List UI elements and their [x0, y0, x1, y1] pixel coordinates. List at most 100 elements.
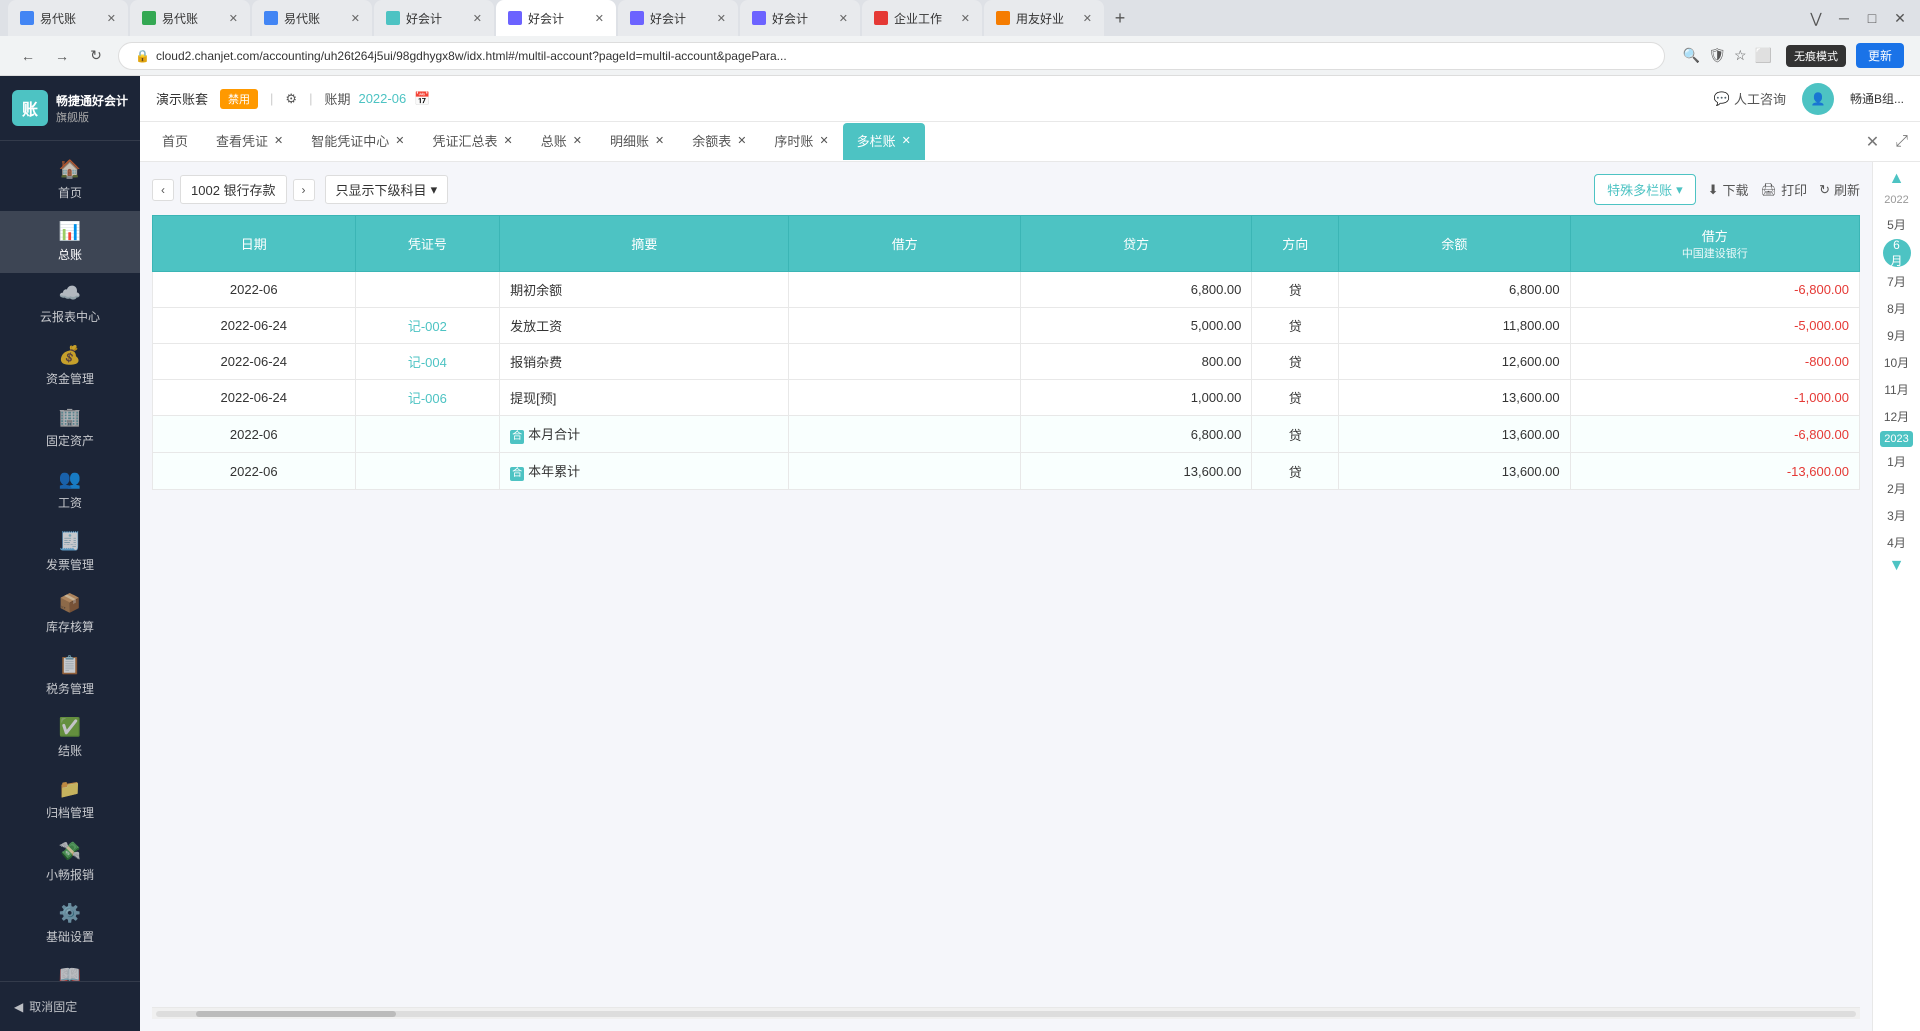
sidebar-item-库存核算[interactable]: 📦 库存核算	[0, 583, 140, 645]
page-tab-close-2[interactable]: ✕	[395, 134, 404, 147]
new-tab-button[interactable]: +	[1106, 4, 1134, 32]
browser-tab-4[interactable]: 好会计 ✕	[496, 0, 616, 36]
address-input[interactable]: 🔒 cloud2.chanjet.com/accounting/uh26t264…	[118, 42, 1665, 70]
date-month-2022-11月[interactable]: 11月	[1873, 377, 1920, 402]
date-month-2022-7月[interactable]: 7月	[1873, 269, 1920, 294]
tab-close-0[interactable]: ✕	[107, 12, 116, 25]
page-tab-close-6[interactable]: ✕	[737, 134, 746, 147]
page-tab-1[interactable]: 查看凭证✕	[202, 123, 297, 160]
print-btn[interactable]: 🖨 打印	[1761, 180, 1808, 199]
voucher-link-3[interactable]: 记-006	[408, 391, 447, 406]
tab-bar-expand-icon[interactable]: ⤢	[1891, 129, 1912, 155]
browser-tab-2[interactable]: 易代账 ✕	[252, 0, 372, 36]
page-tab-close-1[interactable]: ✕	[274, 134, 283, 147]
tab-close-7[interactable]: ✕	[961, 12, 970, 25]
next-account-button[interactable]: ›	[293, 179, 315, 201]
sidebar-item-总账[interactable]: 📊 总账	[0, 211, 140, 273]
date-month-2022-5月[interactable]: 5月	[1873, 212, 1920, 237]
special-btn[interactable]: 特殊多栏账 ▾	[1594, 174, 1696, 205]
voucher-link-2[interactable]: 记-004	[408, 355, 447, 370]
forward-button[interactable]: →	[50, 44, 74, 68]
maximize-button[interactable]: □	[1860, 6, 1884, 30]
sidebar-item-发票管理[interactable]: 🧾 发票管理	[0, 521, 140, 583]
search-icon[interactable]: 🔍	[1683, 47, 1700, 64]
sidebar-item-首页[interactable]: 🏠 首页	[0, 149, 140, 211]
star-icon[interactable]: ☆	[1734, 47, 1747, 64]
date-month-2022-6月[interactable]: 6月	[1883, 239, 1911, 267]
close-button[interactable]: ✕	[1888, 6, 1912, 30]
sidebar-item-工资[interactable]: 👥 工资	[0, 459, 140, 521]
horizontal-scrollbar[interactable]	[152, 1007, 1860, 1019]
consult-action[interactable]: 💬 人工咨询	[1714, 89, 1786, 108]
reload-button[interactable]: ↻	[84, 44, 108, 68]
date-panel-up[interactable]: ▲	[1889, 170, 1905, 188]
refresh-btn[interactable]: ↻ 刷新	[1819, 180, 1860, 199]
page-tab-close-3[interactable]: ✕	[504, 134, 513, 147]
page-tab-close-4[interactable]: ✕	[573, 134, 582, 147]
sidebar-item-税务管理[interactable]: 📋 税务管理	[0, 645, 140, 707]
browser-tab-7[interactable]: 企业工作 ✕	[862, 0, 982, 36]
sidebar-item-资金管理[interactable]: 💰 资金管理	[0, 335, 140, 397]
page-tab-8[interactable]: 多栏账✕	[843, 123, 925, 160]
date-month-2023-3月[interactable]: 3月	[1873, 503, 1920, 528]
no-trace-button[interactable]: 无痕模式	[1786, 45, 1846, 67]
sidebar-logo[interactable]: 账 畅捷通好会计 旗舰版	[0, 76, 140, 141]
page-tab-close-7[interactable]: ✕	[819, 134, 828, 147]
back-button[interactable]: ←	[16, 44, 40, 68]
sub-account-button[interactable]: 只显示下级科目 ▾	[325, 175, 449, 204]
user-avatar[interactable]: 👤	[1802, 83, 1834, 115]
sidebar-item-结账[interactable]: ✅ 结账	[0, 707, 140, 769]
cell-voucher-1[interactable]: 记-002	[355, 308, 500, 344]
browser-tab-3[interactable]: 好会计 ✕	[374, 0, 494, 36]
date-month-2022-12月[interactable]: 12月	[1873, 404, 1920, 429]
tab-close-1[interactable]: ✕	[229, 12, 238, 25]
minimize-button[interactable]: ─	[1832, 6, 1856, 30]
sidebar-item-归档管理[interactable]: 📁 归档管理	[0, 769, 140, 831]
browser-tab-6[interactable]: 好会计 ✕	[740, 0, 860, 36]
tab-close-4[interactable]: ✕	[595, 12, 604, 25]
demo-badge[interactable]: 禁用	[220, 89, 258, 109]
download-btn[interactable]: ⬇ 下载	[1708, 180, 1749, 199]
prev-account-button[interactable]: ‹	[152, 179, 174, 201]
update-button[interactable]: 更新	[1856, 43, 1904, 68]
page-tab-0[interactable]: 首页	[148, 123, 202, 160]
cell-voucher-3[interactable]: 记-006	[355, 380, 500, 416]
period-action[interactable]: 账期 2022-06 📅	[324, 89, 430, 108]
scrollbar-thumb[interactable]	[196, 1011, 396, 1017]
page-tab-6[interactable]: 余额表✕	[678, 123, 760, 160]
browser-tab-8[interactable]: 用友好业 ✕	[984, 0, 1104, 36]
sidebar-item-固定资产[interactable]: 🏢 固定资产	[0, 397, 140, 459]
tab-close-6[interactable]: ✕	[839, 12, 848, 25]
tab-close-2[interactable]: ✕	[351, 12, 360, 25]
window-icon[interactable]: ⬜	[1755, 47, 1772, 64]
shield-icon[interactable]: 🛡	[1708, 47, 1726, 64]
page-tab-close-8[interactable]: ✕	[902, 134, 911, 147]
browser-tab-1[interactable]: 易代账 ✕	[130, 0, 250, 36]
page-tab-2[interactable]: 智能凭证中心✕	[297, 123, 418, 160]
settings-action[interactable]: ⚙	[285, 91, 297, 107]
date-month-2022-10月[interactable]: 10月	[1873, 350, 1920, 375]
sidebar-item-小畅报销[interactable]: 💸 小畅报销	[0, 831, 140, 893]
page-tab-close-5[interactable]: ✕	[655, 134, 664, 147]
cell-voucher-2[interactable]: 记-004	[355, 344, 500, 380]
tab-bar-collapse-icon[interactable]: ✕	[1862, 128, 1883, 156]
date-month-2023-4月[interactable]: 4月	[1873, 530, 1920, 555]
date-month-2022-9月[interactable]: 9月	[1873, 323, 1920, 348]
browser-tab-5[interactable]: 好会计 ✕	[618, 0, 738, 36]
voucher-link-1[interactable]: 记-002	[408, 319, 447, 334]
page-tab-5[interactable]: 明细账✕	[596, 123, 678, 160]
tab-close-8[interactable]: ✕	[1083, 12, 1092, 25]
sidebar-item-新手引导[interactable]: 📖 新手引导	[0, 955, 140, 981]
sidebar-item-云报表中心[interactable]: ☁️ 云报表中心	[0, 273, 140, 335]
tab-list-button[interactable]: ⋁	[1804, 6, 1828, 30]
date-month-2023-2月[interactable]: 2月	[1873, 476, 1920, 501]
tab-close-3[interactable]: ✕	[473, 12, 482, 25]
date-panel-down[interactable]: ▼	[1889, 557, 1905, 575]
pin-toggle[interactable]: ◀ 取消固定	[10, 992, 130, 1021]
sidebar-item-基础设置[interactable]: ⚙️ 基础设置	[0, 893, 140, 955]
date-month-2023-1月[interactable]: 1月	[1873, 449, 1920, 474]
page-tab-3[interactable]: 凭证汇总表✕	[418, 123, 526, 160]
tab-close-5[interactable]: ✕	[717, 12, 726, 25]
date-month-2022-8月[interactable]: 8月	[1873, 296, 1920, 321]
browser-tab-0[interactable]: 易代账 ✕	[8, 0, 128, 36]
